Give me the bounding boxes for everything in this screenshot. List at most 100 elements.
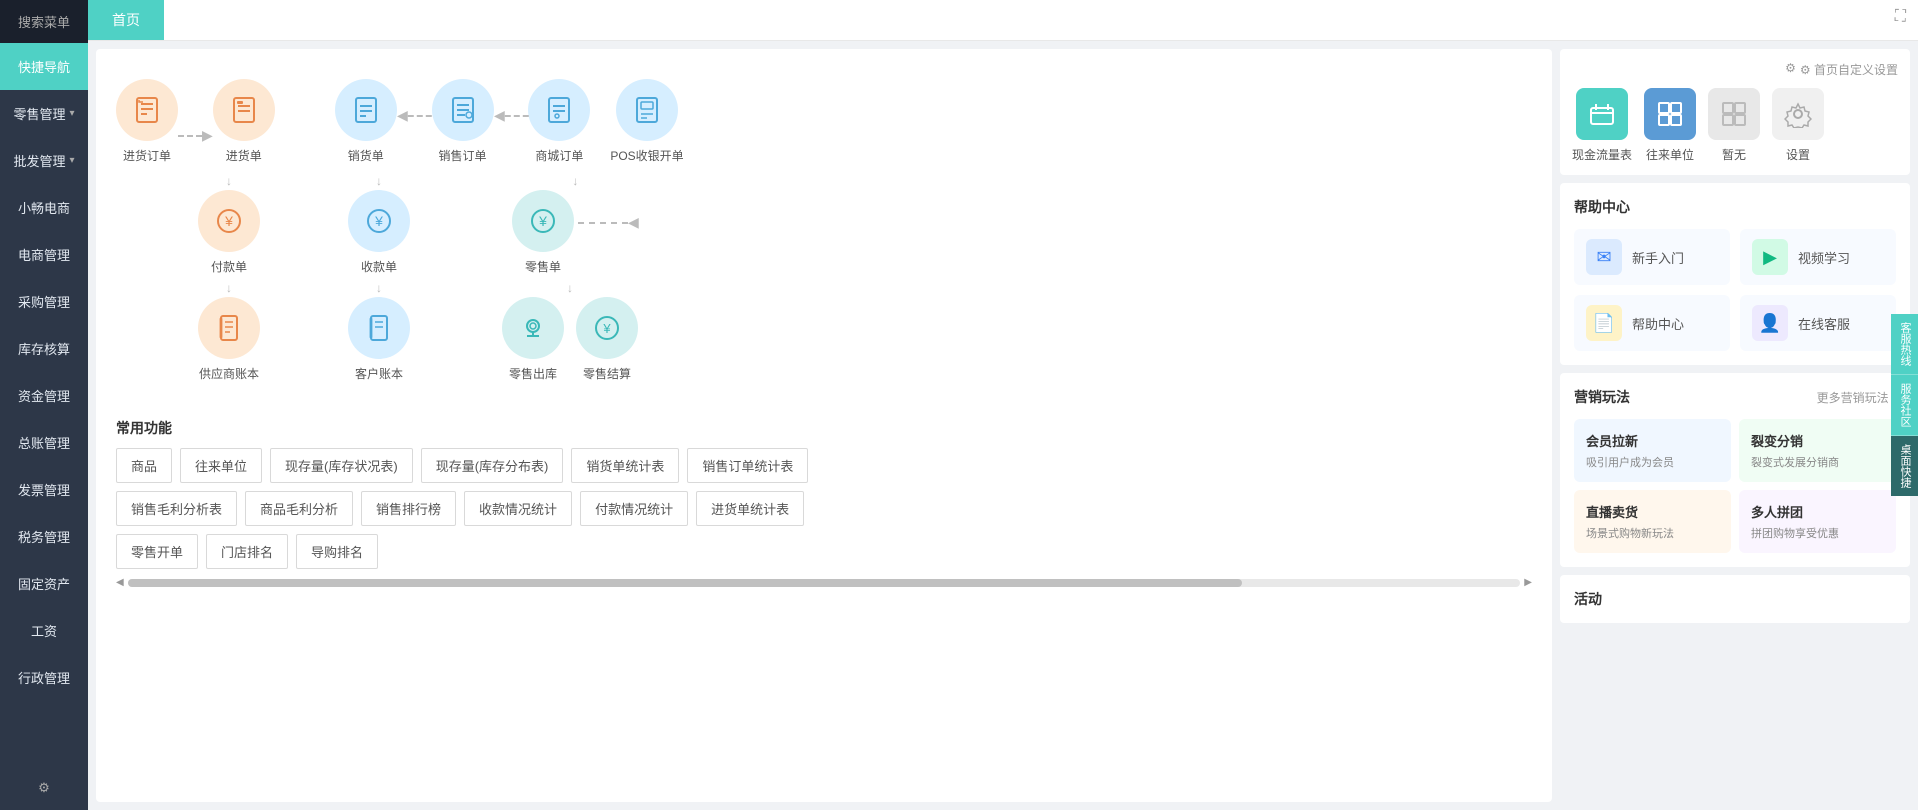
func-btn-stock-status[interactable]: 现存量(库存状况表)	[270, 448, 413, 483]
none-label: 暂无	[1722, 146, 1746, 163]
nav-icon-none[interactable]: 暂无	[1708, 88, 1760, 163]
func-btn-store-rank[interactable]: 门店排名	[206, 534, 288, 569]
cashflow-icon-box	[1576, 88, 1628, 140]
sidebar-item-retail[interactable]: 零售管理 ▾	[0, 90, 88, 137]
func-btn-sales-rank[interactable]: 销售排行榜	[361, 491, 456, 526]
online-icon: 👤	[1752, 305, 1788, 341]
func-btn-receipt-stat[interactable]: 收款情况统计	[464, 491, 572, 526]
marketing-card-group[interactable]: 多人拼团 拼团购物享受优惠	[1739, 490, 1896, 553]
right-panel: ⚙ ⚙ 首页自定义设置 现金流量表 往来单位	[1560, 49, 1910, 802]
sidebar-item-salary[interactable]: 工资	[0, 607, 88, 654]
help-item-help[interactable]: 📄 帮助中心	[1574, 295, 1730, 351]
sidebar-item-wholesale[interactable]: 批发管理 ▾	[0, 137, 88, 184]
flow-node-retail-settle[interactable]: ¥ 零售结算	[576, 297, 638, 382]
flow-node-retail-out[interactable]: 零售出库	[502, 297, 564, 382]
func-btn-product-profit[interactable]: 商品毛利分析	[245, 491, 353, 526]
arrow-down-retail: ↓	[572, 174, 578, 188]
func-btn-sales-profit[interactable]: 销售毛利分析表	[116, 491, 237, 526]
group-title: 多人拼团	[1751, 502, 1884, 521]
content-area: 进货订单 ▶ 进货单	[88, 41, 1918, 810]
scroll-track[interactable]	[128, 579, 1521, 587]
float-btn-desktop[interactable]: 桌面快捷	[1891, 436, 1918, 496]
flow-diagram: 进货订单 ▶ 进货单	[116, 69, 1532, 402]
online-label: 在线客服	[1798, 314, 1850, 333]
flow-node-purchase-order[interactable]: 进货订单	[116, 79, 178, 164]
sales-order-icon	[432, 79, 494, 141]
sidebar: 搜索菜单 快捷导航 零售管理 ▾ 批发管理 ▾ 小畅电商 电商管理 采购管理 库…	[0, 0, 88, 810]
func-btn-sales-order-stat[interactable]: 销售订单统计表	[687, 448, 808, 483]
flow-node-mall-order[interactable]: 商城订单	[528, 79, 590, 164]
func-btn-payment-stat[interactable]: 付款情况统计	[580, 491, 688, 526]
marketing-card-member[interactable]: 会员拉新 吸引用户成为会员	[1574, 419, 1731, 482]
tab-home[interactable]: 首页	[88, 0, 164, 40]
sidebar-item-ecommerce-small[interactable]: 小畅电商	[0, 184, 88, 231]
arrow-sales-order: ▶	[397, 107, 432, 144]
nav-icon-contacts[interactable]: 往来单位	[1644, 88, 1696, 163]
sales-icon	[335, 79, 397, 141]
nav-icon-settings[interactable]: 设置	[1772, 88, 1824, 163]
arrow-down-sales: ↓	[376, 174, 382, 188]
func-btn-sales-stat[interactable]: 销货单统计表	[571, 448, 679, 483]
sidebar-item-label-retail: 零售管理	[13, 104, 65, 123]
mall-order-icon	[528, 79, 590, 141]
marketing-more-link[interactable]: 更多营销玩法 ›	[1817, 389, 1896, 406]
sidebar-item-purchase[interactable]: 采购管理	[0, 278, 88, 325]
scroll-right-button[interactable]: ▶	[1524, 577, 1532, 588]
sidebar-item-label-purchase: 采购管理	[18, 292, 70, 311]
float-btn-community[interactable]: 服务社区	[1891, 375, 1918, 436]
sidebar-search[interactable]: 搜索菜单	[0, 0, 88, 43]
sidebar-item-label-quicknav: 快捷导航	[18, 57, 70, 76]
beginner-label: 新手入门	[1632, 248, 1684, 267]
help-item-online[interactable]: 👤 在线客服	[1740, 295, 1896, 351]
marketing-card-fission[interactable]: 裂变分销 裂变式发展分销商	[1739, 419, 1896, 482]
sidebar-item-assets[interactable]: 固定资产	[0, 560, 88, 607]
customize-settings-link[interactable]: ⚙ ⚙ 首页自定义设置	[1572, 61, 1898, 78]
sidebar-item-inventory[interactable]: 库存核算	[0, 325, 88, 372]
sidebar-item-ledger[interactable]: 总账管理	[0, 419, 88, 466]
sales-label: 销货单	[348, 147, 384, 164]
scroll-left-button[interactable]: ◀	[116, 577, 124, 588]
sidebar-item-label-ecommerce-small: 小畅电商	[18, 198, 70, 217]
marketing-card-live[interactable]: 直播卖货 场景式购物新玩法	[1574, 490, 1731, 553]
flow-node-purchase[interactable]: 进货单	[213, 79, 275, 164]
arrow-1: ▶	[178, 127, 213, 164]
func-btn-product[interactable]: 商品	[116, 448, 172, 483]
sidebar-item-finance[interactable]: 资金管理	[0, 372, 88, 419]
receipt-label: 收款单	[361, 258, 397, 275]
purchase-order-label: 进货订单	[123, 147, 171, 164]
nav-icon-cashflow[interactable]: 现金流量表	[1572, 88, 1632, 163]
flow-node-payment[interactable]: ¥ 付款单	[198, 190, 260, 275]
func-btn-stock-dist[interactable]: 现存量(库存分布表)	[421, 448, 564, 483]
flow-node-supplier-book[interactable]: 供应商账本	[198, 297, 260, 382]
func-btn-contacts[interactable]: 往来单位	[180, 448, 262, 483]
sidebar-item-invoice[interactable]: 发票管理	[0, 466, 88, 513]
sidebar-item-ecommerce[interactable]: 电商管理	[0, 231, 88, 278]
float-btn-hotline[interactable]: 客服热线	[1891, 314, 1918, 375]
func-btn-purchase-stat[interactable]: 进货单统计表	[696, 491, 804, 526]
flow-node-receipt[interactable]: ¥ 收款单	[348, 190, 410, 275]
expand-icon[interactable]: ⛶	[1895, 8, 1906, 26]
flow-node-sales-order[interactable]: 销售订单	[432, 79, 494, 164]
svg-text:¥: ¥	[538, 213, 547, 229]
svg-text:¥: ¥	[374, 213, 383, 229]
sidebar-settings-button[interactable]: ⚙	[0, 766, 88, 810]
func-btn-guide-rank[interactable]: 导购排名	[296, 534, 378, 569]
flow-node-customer-book[interactable]: 客户账本	[348, 297, 410, 382]
sidebar-item-quicknav[interactable]: 快捷导航	[0, 43, 88, 90]
sidebar-item-admin[interactable]: 行政管理	[0, 654, 88, 701]
help-item-beginner[interactable]: ✉ 新手入门	[1574, 229, 1730, 285]
topbar: 首页	[88, 0, 1918, 41]
sidebar-item-label-assets: 固定资产	[18, 574, 70, 593]
flow-node-sales[interactable]: 销货单	[335, 79, 397, 164]
live-title: 直播卖货	[1586, 502, 1719, 521]
svg-text:¥: ¥	[224, 213, 233, 229]
sidebar-item-tax[interactable]: 税务管理	[0, 513, 88, 560]
purchase-icon	[213, 79, 275, 141]
horizontal-scrollbar[interactable]: ◀ ▶	[116, 577, 1532, 588]
help-item-video[interactable]: ▶ 视频学习	[1740, 229, 1896, 285]
flow-node-retail[interactable]: ¥ 零售单	[512, 190, 574, 275]
sidebar-item-label-ecommerce: 电商管理	[18, 245, 70, 264]
func-btn-retail-order[interactable]: 零售开单	[116, 534, 198, 569]
flow-node-pos[interactable]: POS收银开单	[610, 79, 683, 164]
settings-icon: ⚙	[38, 780, 50, 795]
